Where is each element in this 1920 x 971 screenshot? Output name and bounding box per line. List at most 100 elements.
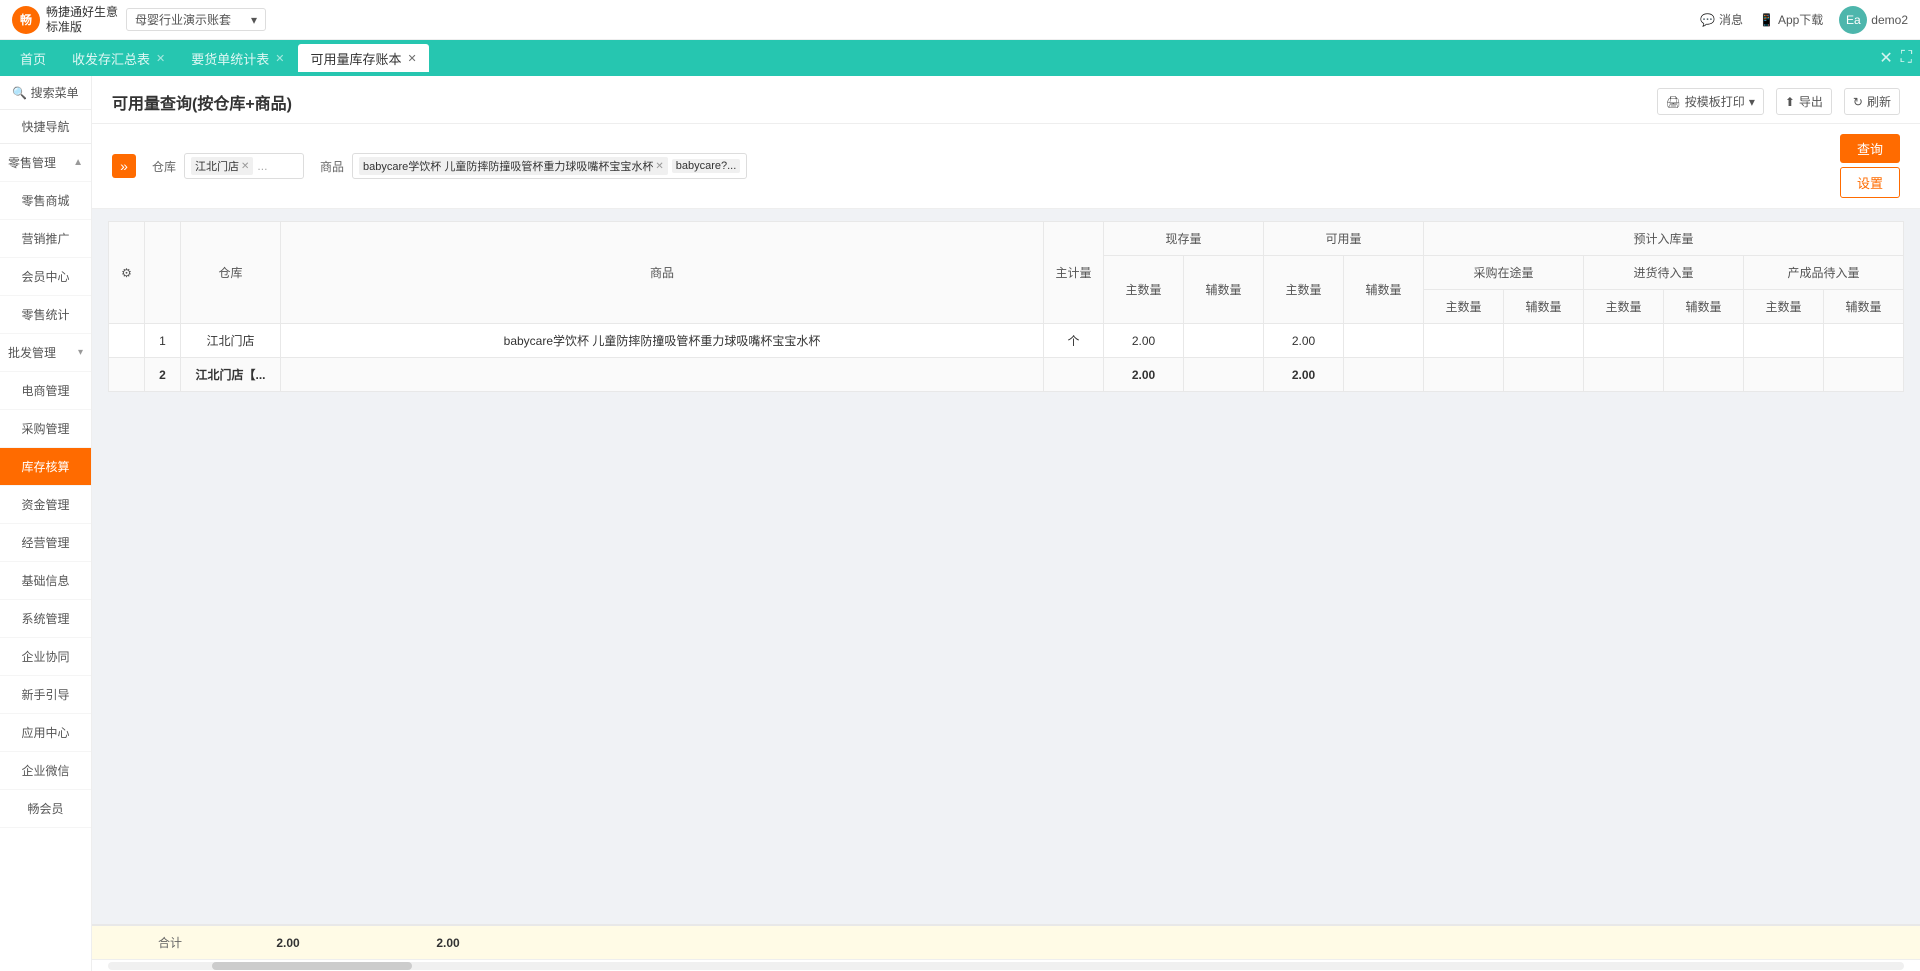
sidebar-item-system[interactable]: 系统管理: [0, 600, 91, 638]
sidebar-item-marketing[interactable]: 营销推广: [0, 220, 91, 258]
export-btn[interactable]: ⬆ 导出: [1776, 88, 1832, 115]
footer-product-aux: [968, 936, 1048, 950]
row2-setting: [109, 358, 145, 392]
warehouse-more-icon[interactable]: ...: [257, 159, 267, 173]
top-bar-right: 💬 消息 📱 App下载 Ea demo2: [1700, 6, 1908, 34]
industry-select[interactable]: 母婴行业演示账套 ▾: [126, 8, 266, 31]
filter-expand-btn[interactable]: »: [112, 154, 136, 178]
app-center-label: 应用中心: [21, 724, 69, 741]
tab-order-close-icon[interactable]: ✕: [275, 52, 284, 65]
message-label: 消息: [1719, 11, 1743, 28]
col-product-main-header: 主数量: [1744, 290, 1824, 324]
row1-available-main: 2.00: [1264, 324, 1344, 358]
column-setting-icon[interactable]: ⚙: [121, 266, 132, 280]
tab-receive-close-icon[interactable]: ✕: [156, 52, 165, 65]
retail-mgmt-label: 零售管理: [8, 154, 56, 171]
row2-unit: [1044, 358, 1104, 392]
sidebar-item-operations[interactable]: 经营管理: [0, 524, 91, 562]
page-header: 可用量查询(按仓库+商品) 🖨 按模板打印 ▾ ⬆ 导出 ↻ 刷新: [92, 76, 1920, 124]
sidebar-item-new-guide[interactable]: 新手引导: [0, 676, 91, 714]
product-tag-1: babycare学饮杯 儿童防摔防撞吸管杯重力球吸嘴杯宝宝水杯 ✕: [359, 157, 668, 175]
tab-order[interactable]: 要货单统计表 ✕: [179, 44, 296, 72]
close-window-icon[interactable]: ✕: [1879, 48, 1892, 68]
tab-available-label: 可用量库存账本: [310, 49, 401, 68]
footer-label: 合计: [108, 934, 248, 951]
col-goods-aux-header: 辅数量: [1664, 290, 1744, 324]
footer-current-main: 2.00: [248, 936, 328, 950]
tab-available-close-icon[interactable]: ✕: [408, 52, 417, 65]
tab-available[interactable]: 可用量库存账本 ✕: [298, 44, 428, 72]
row2-index: 2: [145, 358, 181, 392]
sidebar-nav[interactable]: 快捷导航: [0, 110, 91, 144]
industry-arrow-icon: ▾: [251, 13, 257, 27]
row2-available-main: 2.00: [1264, 358, 1344, 392]
sidebar: 🔍 搜索菜单 快捷导航 零售管理 ▲ 零售商城 营销推广 会员中心 零售统计 批…: [0, 76, 92, 971]
scrollbar-thumb[interactable]: [212, 962, 412, 970]
retail-mgmt-arrow-icon: ▲: [73, 157, 83, 168]
col-planned-inbound-header: 预计入库量: [1424, 222, 1904, 256]
refresh-icon: ↻: [1853, 95, 1863, 109]
row1-goods-aux: [1664, 324, 1744, 358]
col-purchase-main-header: 主数量: [1424, 290, 1504, 324]
row2-warehouse: 江北门店【...: [181, 358, 281, 392]
system-label: 系统管理: [21, 610, 69, 627]
sidebar-item-finance[interactable]: 资金管理: [0, 486, 91, 524]
row2-goods-main: [1584, 358, 1664, 392]
row2-current-main: 2.00: [1104, 358, 1184, 392]
message-btn[interactable]: 💬 消息: [1700, 11, 1743, 28]
col-goods-main-header: 主数量: [1584, 290, 1664, 324]
refresh-btn[interactable]: ↻ 刷新: [1844, 88, 1900, 115]
row2-purchase-main: [1424, 358, 1504, 392]
retail-stats-label: 零售统计: [21, 306, 69, 323]
print-template-btn[interactable]: 🖨 按模板打印 ▾: [1657, 88, 1764, 115]
product-tag-1-close-icon[interactable]: ✕: [655, 161, 663, 172]
tab-receive[interactable]: 收发存汇总表 ✕: [60, 44, 177, 72]
app-download-btn[interactable]: 📱 App下载: [1759, 11, 1823, 28]
row1-current-aux: [1184, 324, 1264, 358]
sidebar-search[interactable]: 🔍 搜索菜单: [0, 76, 91, 110]
tab-order-label: 要货单统计表: [191, 49, 269, 68]
footer-purchase-aux: [648, 936, 728, 950]
sidebar-item-member2[interactable]: 畅会员: [0, 790, 91, 828]
sidebar-item-base-info[interactable]: 基础信息: [0, 562, 91, 600]
top-bar: 畅 畅捷通好生意 标准版 母婴行业演示账套 ▾ 💬 消息 📱 App下载 Ea …: [0, 0, 1920, 40]
footer-values: 2.00 2.00: [248, 936, 1904, 950]
row1-purchase-main: [1424, 324, 1504, 358]
data-table: ⚙ 仓库 商品 主计量 现存量 可用量 预计入库量 主数量 辅数量 主数量: [108, 221, 1904, 392]
app-download-label: App下载: [1778, 11, 1823, 28]
footer-available-main: 2.00: [408, 936, 488, 950]
footer-goods-main: [728, 936, 808, 950]
product-filter-tags[interactable]: babycare学饮杯 儿童防摔防撞吸管杯重力球吸嘴杯宝宝水杯 ✕ babyca…: [352, 153, 747, 179]
sidebar-item-ecommerce[interactable]: 电商管理: [0, 372, 91, 410]
content-area: 可用量查询(按仓库+商品) 🖨 按模板打印 ▾ ⬆ 导出 ↻ 刷新 »: [92, 76, 1920, 971]
warehouse-tag-close-icon[interactable]: ✕: [241, 161, 249, 172]
sidebar-item-member[interactable]: 会员中心: [0, 258, 91, 296]
col-index-header: [145, 222, 181, 324]
sidebar-item-wholesale-mgmt[interactable]: 批发管理 ▾: [0, 334, 91, 372]
tab-home[interactable]: 首页: [8, 44, 58, 72]
sidebar-item-enterprise[interactable]: 企业协同: [0, 638, 91, 676]
table-area: ⚙ 仓库 商品 主计量 现存量 可用量 预计入库量 主数量 辅数量 主数量: [92, 209, 1920, 924]
set-button[interactable]: 设置: [1840, 167, 1900, 198]
query-button[interactable]: 查询: [1840, 134, 1900, 163]
sidebar-item-retail-stats[interactable]: 零售统计: [0, 296, 91, 334]
horizontal-scrollbar[interactable]: [92, 959, 1920, 971]
col-goods-incoming-header: 进货待入量: [1584, 256, 1744, 290]
row2-product-aux: [1824, 358, 1904, 392]
sidebar-item-enterprise-wx[interactable]: 企业微信: [0, 752, 91, 790]
sidebar-item-app-center[interactable]: 应用中心: [0, 714, 91, 752]
product-label: 商品: [320, 158, 344, 175]
inventory-label: 库存核算: [21, 458, 69, 475]
col-available-aux-header: 辅数量: [1344, 256, 1424, 324]
col-setting-header[interactable]: ⚙: [109, 222, 145, 324]
window-controls: ✕ ⛶: [1879, 48, 1912, 68]
user-info[interactable]: Ea demo2: [1839, 6, 1908, 34]
app-icon: 📱: [1759, 13, 1774, 27]
sidebar-item-inventory[interactable]: 库存核算: [0, 448, 91, 486]
sidebar-item-retail-mgmt[interactable]: 零售管理 ▲: [0, 144, 91, 182]
sidebar-item-purchase[interactable]: 采购管理: [0, 410, 91, 448]
sidebar-item-retail-mall[interactable]: 零售商城: [0, 182, 91, 220]
maximize-icon[interactable]: ⛶: [1901, 49, 1912, 67]
warehouse-filter-tags[interactable]: 江北门店 ✕ ...: [184, 153, 304, 179]
col-unit-header: 主计量: [1044, 222, 1104, 324]
